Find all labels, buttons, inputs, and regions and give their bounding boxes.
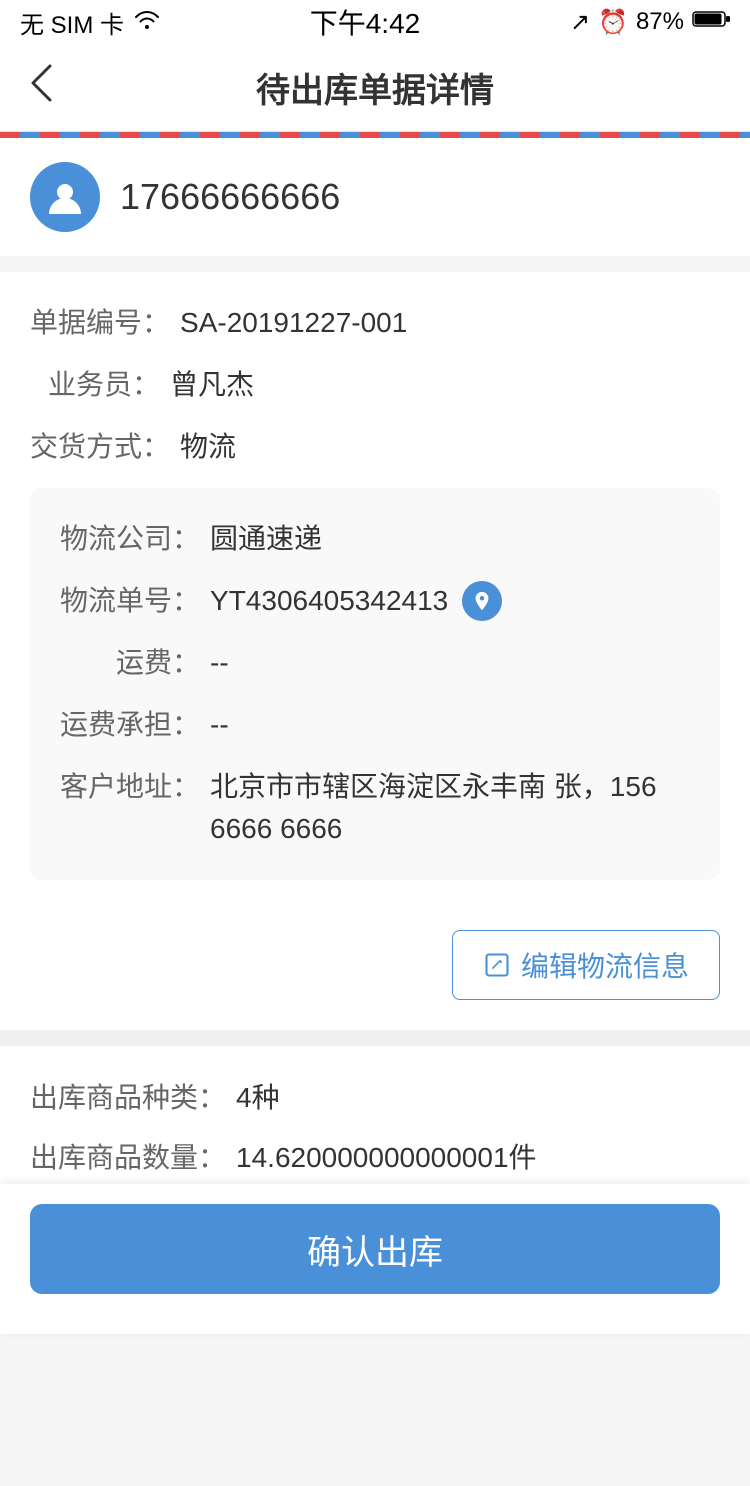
section-divider bbox=[0, 1030, 750, 1046]
confirm-outbound-button[interactable]: 确认出库 bbox=[30, 1204, 720, 1294]
freight-row: 运费： -- bbox=[60, 642, 690, 684]
product-type-row: 出库商品种类： 4种 bbox=[30, 1076, 720, 1116]
order-info-section: 单据编号： SA-20191227-001 业务员： 曾凡杰 交货方式： 物流 … bbox=[0, 272, 750, 910]
freight-bearer-row: 运费承担： -- bbox=[60, 704, 690, 746]
carrier-label: 无 SIM 卡 bbox=[20, 5, 124, 40]
nav-bar: 待出库单据详情 bbox=[0, 44, 750, 132]
customer-header: 17666666666 bbox=[0, 138, 750, 256]
tracking-value: YT4306405342413 bbox=[200, 580, 690, 622]
status-bar: 无 SIM 卡 下午4:42 ↗ ⏰ 87% bbox=[0, 0, 750, 44]
customer-phone: 17666666666 bbox=[120, 176, 340, 218]
address-value: 北京市市辖区海淀区永丰南 张，156 6666 6666 bbox=[200, 766, 690, 850]
address-label: 客户地址： bbox=[60, 766, 200, 808]
product-quantity-value: 14.620000000000001件 bbox=[226, 1136, 720, 1176]
confirm-btn-label: 确认出库 bbox=[307, 1225, 443, 1274]
battery-label: 87% bbox=[636, 8, 684, 36]
logistics-company-row: 物流公司： 圆通速递 bbox=[60, 518, 690, 560]
product-quantity-label: 出库商品数量： bbox=[30, 1136, 226, 1176]
location-icon: ↗ bbox=[570, 8, 590, 37]
product-type-label: 出库商品种类： bbox=[30, 1076, 226, 1116]
status-left: 无 SIM 卡 bbox=[20, 5, 160, 40]
status-right: ↗ ⏰ 87% bbox=[570, 8, 730, 37]
bottom-action-area: 确认出库 bbox=[0, 1184, 750, 1334]
product-quantity-row: 出库商品数量： 14.620000000000001件 bbox=[30, 1136, 720, 1176]
alarm-icon: ⏰ bbox=[598, 8, 628, 37]
edit-btn-row: 编辑物流信息 bbox=[0, 910, 750, 1030]
order-number-label: 单据编号： bbox=[30, 302, 170, 344]
delivery-label: 交货方式： bbox=[30, 426, 170, 468]
address-row: 客户地址： 北京市市辖区海淀区永丰南 张，156 6666 6666 bbox=[60, 766, 690, 850]
battery-icon bbox=[692, 8, 730, 36]
bottom-spacer bbox=[0, 1326, 750, 1486]
freight-bearer-value: -- bbox=[200, 704, 690, 746]
page-title: 待出库单据详情 bbox=[256, 63, 494, 112]
edit-logistics-label: 编辑物流信息 bbox=[521, 945, 689, 985]
logistics-company-label: 物流公司： bbox=[60, 518, 200, 560]
logistics-card: 物流公司： 圆通速递 物流单号： YT4306405342413 运费： -- bbox=[30, 488, 720, 880]
tracking-row: 物流单号： YT4306405342413 bbox=[60, 580, 690, 622]
order-number-row: 单据编号： SA-20191227-001 bbox=[30, 302, 720, 344]
wifi-icon bbox=[134, 8, 160, 36]
product-type-value: 4种 bbox=[226, 1076, 720, 1116]
salesperson-label: 业务员： bbox=[30, 364, 160, 406]
salesperson-row: 业务员： 曾凡杰 bbox=[30, 364, 720, 406]
edit-logistics-button[interactable]: 编辑物流信息 bbox=[452, 930, 720, 1000]
salesperson-value: 曾凡杰 bbox=[160, 364, 720, 406]
logistics-company-value: 圆通速递 bbox=[200, 518, 690, 560]
freight-value: -- bbox=[200, 642, 690, 684]
back-button[interactable] bbox=[30, 64, 52, 111]
freight-bearer-label: 运费承担： bbox=[60, 704, 200, 746]
track-location-button[interactable] bbox=[462, 581, 502, 621]
tracking-number: YT4306405342413 bbox=[210, 580, 448, 622]
status-time: 下午4:42 bbox=[310, 2, 421, 42]
order-number-value: SA-20191227-001 bbox=[170, 302, 720, 344]
product-section: 出库商品种类： 4种 出库商品数量： 14.620000000000001件 bbox=[0, 1046, 750, 1206]
delivery-value: 物流 bbox=[170, 426, 720, 468]
freight-label: 运费： bbox=[60, 642, 200, 684]
avatar bbox=[30, 162, 100, 232]
tracking-label: 物流单号： bbox=[60, 580, 200, 622]
delivery-row: 交货方式： 物流 bbox=[30, 426, 720, 468]
